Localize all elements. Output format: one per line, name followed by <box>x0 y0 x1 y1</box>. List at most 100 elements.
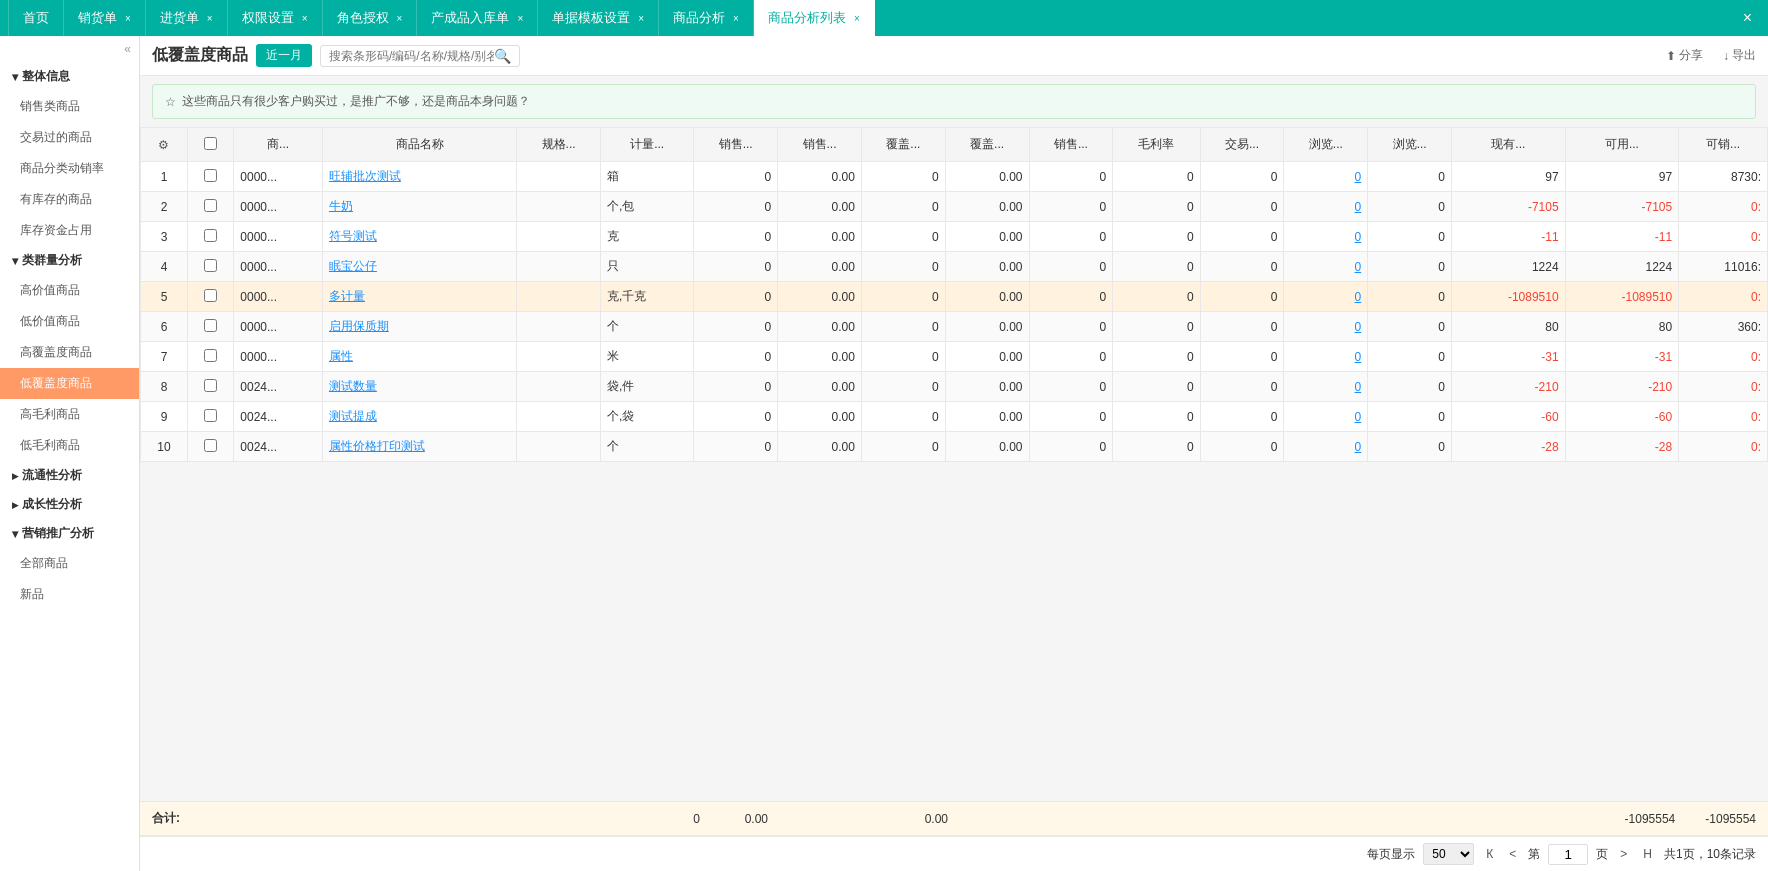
nav-tab-analysis-list[interactable]: 商品分析列表 × <box>754 0 875 36</box>
top-nav: 首页 销货单 × 进货单 × 权限设置 × 角色授权 × 产成品入库单 × 单据… <box>0 0 1768 36</box>
sidebar-item-all-products[interactable]: 全部商品 <box>0 548 139 579</box>
row-name[interactable]: 眠宝公仔 <box>322 252 516 282</box>
search-icon[interactable]: 🔍 <box>494 48 511 64</box>
sidebar-group-cluster[interactable]: ▾ 类群量分析 <box>0 246 139 275</box>
period-button[interactable]: 近一月 <box>256 44 312 67</box>
export-button[interactable]: ↓ 导出 <box>1723 47 1756 64</box>
row-browse1[interactable]: 0 <box>1284 192 1368 222</box>
row-checkbox[interactable] <box>187 282 233 312</box>
sidebar-group-marketing[interactable]: ▾ 营销推广分析 <box>0 519 139 548</box>
row-browse1[interactable]: 0 <box>1284 372 1368 402</box>
sidebar-group-liquidity[interactable]: ▸ 流通性分析 <box>0 461 139 490</box>
close-icon[interactable]: × <box>517 13 523 24</box>
sidebar-group-overall[interactable]: ▾ 整体信息 <box>0 62 139 91</box>
close-icon[interactable]: × <box>733 13 739 24</box>
sidebar-item-sales-products[interactable]: 销售类商品 <box>0 91 139 122</box>
row-checkbox[interactable] <box>187 162 233 192</box>
close-icon[interactable]: × <box>638 13 644 24</box>
page-size-select[interactable]: 50 20 100 <box>1423 843 1474 865</box>
row-browse1[interactable]: 0 <box>1284 402 1368 432</box>
row-coverage2: 0.00 <box>945 312 1029 342</box>
nav-tab-roles[interactable]: 角色授权 × <box>323 0 418 36</box>
row-select-checkbox[interactable] <box>204 439 217 452</box>
row-select-checkbox[interactable] <box>204 289 217 302</box>
close-icon[interactable]: × <box>125 13 131 24</box>
row-browse1[interactable]: 0 <box>1284 312 1368 342</box>
row-checkbox[interactable] <box>187 192 233 222</box>
prev-page-button[interactable]: < <box>1505 845 1520 863</box>
nav-tab-templates[interactable]: 单据模板设置 × <box>538 0 659 36</box>
row-select-checkbox[interactable] <box>204 349 217 362</box>
row-browse1[interactable]: 0 <box>1284 432 1368 462</box>
sidebar-item-low-coverage[interactable]: 低覆盖度商品 <box>0 368 139 399</box>
content-area: 低覆盖度商品 近一月 🔍 ⬆ 分享 ↓ 导出 ☆ 这些商品只有很少客户购买过，是… <box>140 36 1768 871</box>
sidebar-item-category-rate[interactable]: 商品分类动销率 <box>0 153 139 184</box>
table-row: 7 0000... 属性 米 0 0.00 0 0.00 0 0 0 0 0 -… <box>141 342 1768 372</box>
sidebar-item-new-products[interactable]: 新品 <box>0 579 139 610</box>
search-box[interactable]: 🔍 <box>320 45 520 67</box>
current-page-input[interactable] <box>1548 844 1588 865</box>
row-select-checkbox[interactable] <box>204 319 217 332</box>
sidebar-item-low-value[interactable]: 低价值商品 <box>0 306 139 337</box>
row-checkbox[interactable] <box>187 312 233 342</box>
nav-tab-analysis[interactable]: 商品分析 × <box>659 0 754 36</box>
next-page-button[interactable]: > <box>1616 845 1631 863</box>
window-close-button[interactable]: × <box>1735 9 1760 27</box>
row-name[interactable]: 属性 <box>322 342 516 372</box>
sidebar-item-high-profit[interactable]: 高毛利商品 <box>0 399 139 430</box>
row-sales2: 0 <box>1029 312 1113 342</box>
row-checkbox[interactable] <box>187 252 233 282</box>
close-icon[interactable]: × <box>302 13 308 24</box>
row-checkbox[interactable] <box>187 342 233 372</box>
row-name[interactable]: 启用保质期 <box>322 312 516 342</box>
sidebar-item-high-value[interactable]: 高价值商品 <box>0 275 139 306</box>
row-browse2: 0 <box>1368 342 1452 372</box>
nav-tab-home[interactable]: 首页 <box>8 0 64 36</box>
row-checkbox[interactable] <box>187 432 233 462</box>
close-icon[interactable]: × <box>854 13 860 24</box>
row-name[interactable]: 测试提成 <box>322 402 516 432</box>
row-checkbox[interactable] <box>187 402 233 432</box>
row-name[interactable]: 多计量 <box>322 282 516 312</box>
row-browse1[interactable]: 0 <box>1284 162 1368 192</box>
row-browse1[interactable]: 0 <box>1284 222 1368 252</box>
row-browse1[interactable]: 0 <box>1284 252 1368 282</box>
sidebar-item-traded-products[interactable]: 交易过的商品 <box>0 122 139 153</box>
row-name[interactable]: 测试数量 <box>322 372 516 402</box>
row-browse1[interactable]: 0 <box>1284 342 1368 372</box>
last-page-button[interactable]: Н <box>1639 845 1656 863</box>
row-select-checkbox[interactable] <box>204 199 217 212</box>
row-name[interactable]: 牛奶 <box>322 192 516 222</box>
nav-tab-sales[interactable]: 销货单 × <box>64 0 146 36</box>
row-checkbox[interactable] <box>187 372 233 402</box>
row-name[interactable]: 符号测试 <box>322 222 516 252</box>
nav-tab-permissions[interactable]: 权限设置 × <box>228 0 323 36</box>
row-select-checkbox[interactable] <box>204 169 217 182</box>
row-name[interactable]: 属性价格打印测试 <box>322 432 516 462</box>
sidebar-item-high-coverage[interactable]: 高覆盖度商品 <box>0 337 139 368</box>
row-available: 1224 <box>1565 252 1679 282</box>
search-input[interactable] <box>329 49 494 63</box>
row-select-checkbox[interactable] <box>204 409 217 422</box>
nav-tab-production[interactable]: 产成品入库单 × <box>417 0 538 36</box>
row-select-checkbox[interactable] <box>204 229 217 242</box>
first-page-button[interactable]: К <box>1482 845 1497 863</box>
row-browse1[interactable]: 0 <box>1284 282 1368 312</box>
row-select-checkbox[interactable] <box>204 259 217 272</box>
row-name[interactable]: 旺辅批次测试 <box>322 162 516 192</box>
col-checkbox-header[interactable] <box>187 128 233 162</box>
close-icon[interactable]: × <box>397 13 403 24</box>
sidebar-item-capital[interactable]: 库存资金占用 <box>0 215 139 246</box>
col-settings[interactable]: ⚙ <box>141 128 188 162</box>
share-button[interactable]: ⬆ 分享 <box>1666 47 1703 64</box>
select-all-checkbox[interactable] <box>204 137 217 150</box>
nav-tab-purchase[interactable]: 进货单 × <box>146 0 228 36</box>
close-icon[interactable]: × <box>207 13 213 24</box>
footer-coverage2: 0.00 <box>888 812 948 826</box>
sidebar-item-in-stock[interactable]: 有库存的商品 <box>0 184 139 215</box>
row-checkbox[interactable] <box>187 222 233 252</box>
sidebar-collapse-button[interactable]: « <box>0 36 139 62</box>
sidebar-item-low-profit[interactable]: 低毛利商品 <box>0 430 139 461</box>
sidebar-group-growth[interactable]: ▸ 成长性分析 <box>0 490 139 519</box>
row-select-checkbox[interactable] <box>204 379 217 392</box>
